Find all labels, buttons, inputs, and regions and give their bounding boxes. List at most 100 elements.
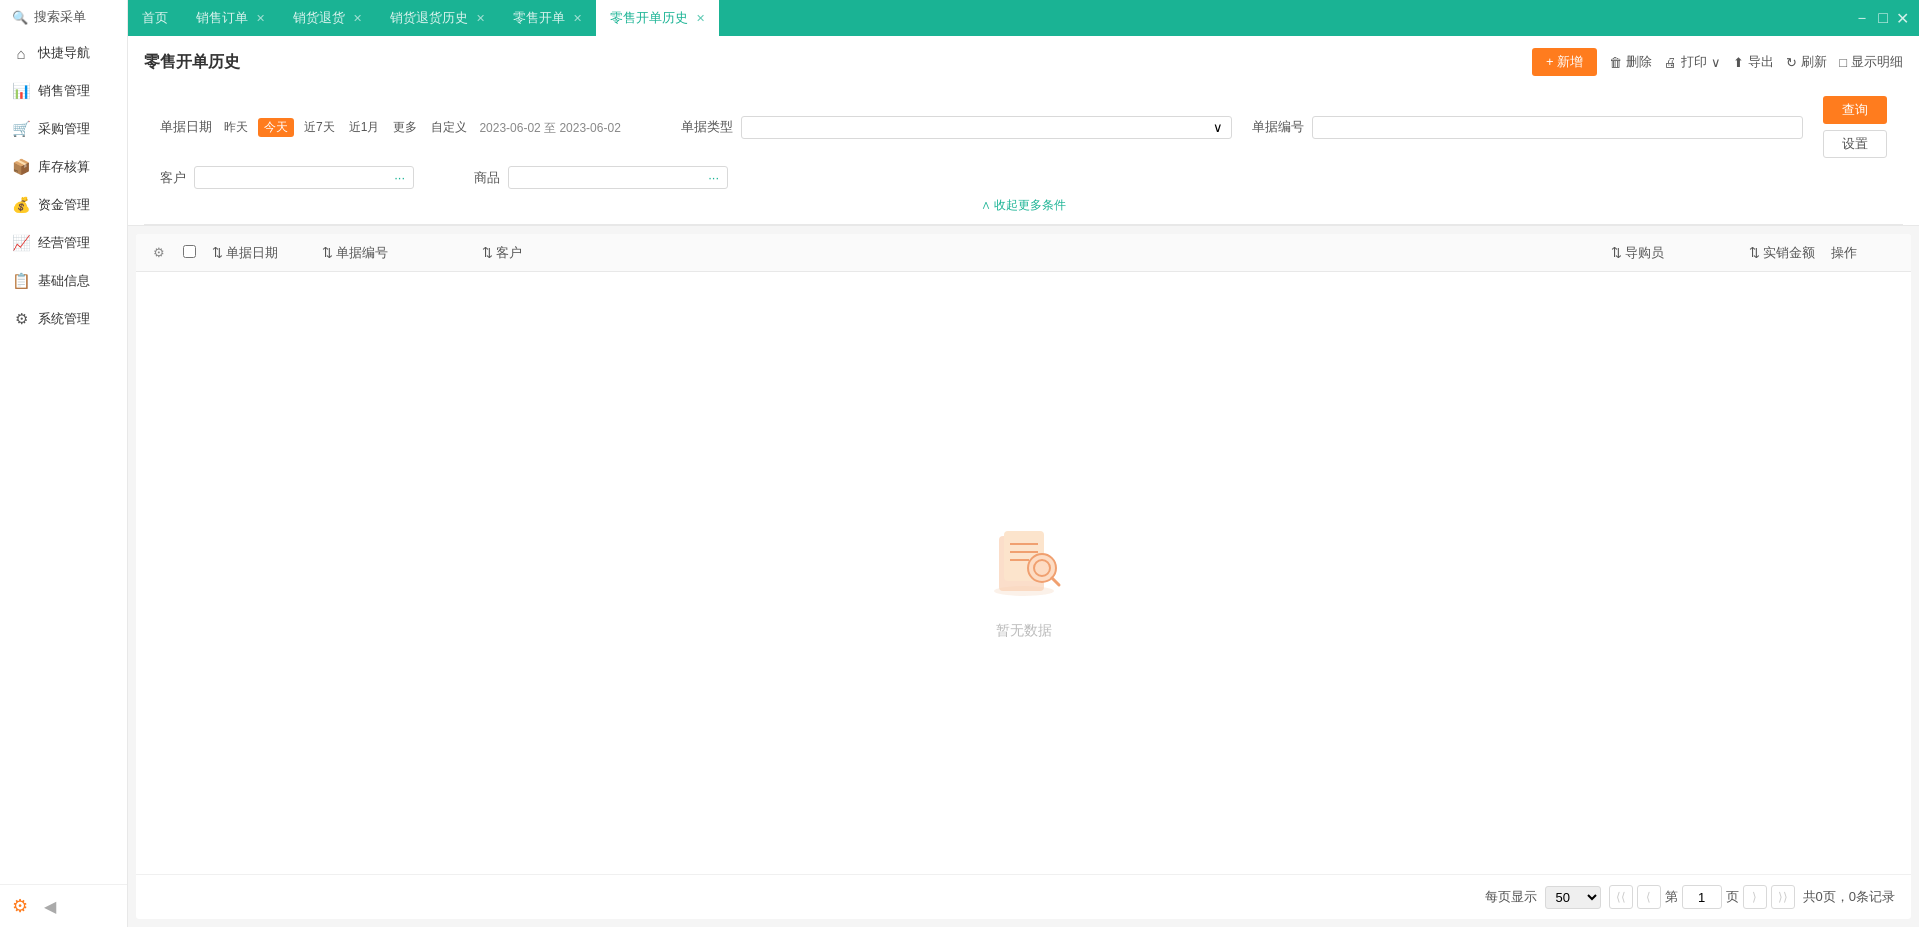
add-button[interactable]: + 新增 bbox=[1532, 48, 1597, 76]
per-page-label: 每页显示 bbox=[1485, 888, 1537, 906]
sidebar-item-label: 采购管理 bbox=[38, 120, 90, 138]
window-minimize-icon[interactable]: － bbox=[1854, 8, 1870, 29]
money-icon: 💰 bbox=[12, 196, 30, 214]
collapse-button[interactable]: ∧ 收起更多条件 bbox=[981, 197, 1066, 214]
table-header: ⚙ ⇅ 单据日期 ⇅ 单据编号 ⇅ 客户 ⇅ 导购员 bbox=[136, 234, 1911, 272]
sidebar-item-purchase-mgmt[interactable]: 🛒 采购管理 bbox=[0, 110, 127, 148]
tab-sales-return-history-close[interactable]: ✕ bbox=[476, 12, 485, 25]
th-number-label: 单据编号 bbox=[336, 244, 388, 262]
sidebar-search[interactable]: 🔍 搜索采单 bbox=[0, 0, 127, 34]
number-filter: 单据编号 bbox=[1252, 116, 1803, 139]
date-custom[interactable]: 自定义 bbox=[427, 118, 471, 137]
tab-bar: 首页 销售订单 ✕ 销货退货 ✕ 销货退货历史 ✕ 零售开单 ✕ 零售开单历史 … bbox=[128, 0, 1919, 36]
export-icon: ⬆ bbox=[1733, 55, 1744, 70]
setting-button[interactable]: 设置 bbox=[1823, 130, 1887, 158]
sidebar-item-sys-mgmt[interactable]: ⚙ 系统管理 bbox=[0, 300, 127, 338]
sidebar-item-basic-info[interactable]: 📋 基础信息 bbox=[0, 262, 127, 300]
table-settings-icon[interactable]: ⚙ bbox=[144, 245, 174, 260]
date-range-display: 2023-06-02 至 2023-06-02 bbox=[479, 120, 620, 137]
gear-icon: ⚙ bbox=[12, 310, 30, 328]
empty-state: 暂无数据 bbox=[136, 272, 1911, 874]
sidebar-item-label: 库存核算 bbox=[38, 158, 90, 176]
sidebar-item-business[interactable]: 📈 经营管理 bbox=[0, 224, 127, 262]
th-customer[interactable]: ⇅ 客户 bbox=[474, 244, 1603, 262]
type-filter-select[interactable]: ∨ bbox=[741, 116, 1232, 139]
date-options: 昨天 今天 近7天 近1月 更多 自定义 bbox=[220, 118, 471, 137]
sidebar-item-inventory[interactable]: 📦 库存核算 bbox=[0, 148, 127, 186]
display-detail-label: 显示明细 bbox=[1851, 53, 1903, 71]
page-label: 第 bbox=[1665, 888, 1678, 906]
first-page-btn[interactable]: ⟨⟨ bbox=[1609, 885, 1633, 909]
window-close-icon[interactable]: ✕ bbox=[1896, 9, 1909, 28]
page-number-input[interactable] bbox=[1682, 885, 1722, 909]
th-amount-sort-icon: ⇅ bbox=[1749, 245, 1760, 260]
sidebar-item-sales-mgmt[interactable]: 📊 销售管理 bbox=[0, 72, 127, 110]
th-number[interactable]: ⇅ 单据编号 bbox=[314, 244, 474, 262]
th-amount-label: 实销金额 bbox=[1763, 244, 1815, 262]
refresh-button[interactable]: ↻ 刷新 bbox=[1786, 53, 1827, 71]
sidebar-bottom: ⚙ ◀ bbox=[0, 884, 127, 927]
tab-retail-open-history-label: 零售开单历史 bbox=[610, 9, 688, 27]
total-info: 共0页，0条记录 bbox=[1803, 888, 1895, 906]
th-customer-sort-icon: ⇅ bbox=[482, 245, 493, 260]
sidebar-item-quick-nav[interactable]: ⌂ 快捷导航 bbox=[0, 34, 127, 72]
date-1month[interactable]: 近1月 bbox=[345, 118, 384, 137]
customer-filter-label: 客户 bbox=[160, 169, 186, 187]
customer-filter-select[interactable]: ··· bbox=[194, 166, 414, 189]
tab-sales-return[interactable]: 销货退货 ✕ bbox=[279, 0, 376, 36]
sidebar-item-label: 快捷导航 bbox=[38, 44, 90, 62]
settings-icon[interactable]: ⚙ bbox=[12, 895, 28, 917]
date-7days[interactable]: 近7天 bbox=[300, 118, 339, 137]
query-buttons: 查询 设置 bbox=[1823, 96, 1887, 158]
per-page-select[interactable]: 50 20 100 bbox=[1545, 886, 1601, 909]
print-icon: 🖨 bbox=[1664, 55, 1677, 70]
tab-retail-open-close[interactable]: ✕ bbox=[573, 12, 582, 25]
th-guide[interactable]: ⇅ 导购员 bbox=[1603, 244, 1703, 262]
sidebar-item-label: 资金管理 bbox=[38, 196, 90, 214]
content: 零售开单历史 + 新增 🗑 删除 🖨 打印 ∨ ⬆ 导出 bbox=[128, 36, 1919, 927]
print-dropdown-icon[interactable]: ∨ bbox=[1711, 55, 1721, 70]
svg-line-8 bbox=[1052, 578, 1059, 585]
number-filter-input[interactable] bbox=[1312, 116, 1803, 139]
tab-retail-open[interactable]: 零售开单 ✕ bbox=[499, 0, 596, 36]
last-page-btn[interactable]: ⟩⟩ bbox=[1771, 885, 1795, 909]
delete-icon: 🗑 bbox=[1609, 55, 1622, 70]
select-all-checkbox[interactable] bbox=[183, 245, 196, 258]
display-detail-button[interactable]: □ 显示明细 bbox=[1839, 53, 1903, 71]
query-button[interactable]: 查询 bbox=[1823, 96, 1887, 124]
date-today[interactable]: 今天 bbox=[258, 118, 294, 137]
tab-home[interactable]: 首页 bbox=[128, 0, 182, 36]
tab-sales-order-close[interactable]: ✕ bbox=[256, 12, 265, 25]
th-guide-label: 导购员 bbox=[1625, 244, 1664, 262]
tab-retail-open-history-close[interactable]: ✕ bbox=[696, 12, 705, 25]
tab-sales-order[interactable]: 销售订单 ✕ bbox=[182, 0, 279, 36]
th-date[interactable]: ⇅ 单据日期 bbox=[204, 244, 314, 262]
next-page-btn[interactable]: ⟩ bbox=[1743, 885, 1767, 909]
page-nav: ⟨⟨ ⟨ 第 页 ⟩ ⟩⟩ bbox=[1609, 885, 1795, 909]
export-button[interactable]: ⬆ 导出 bbox=[1733, 53, 1774, 71]
search-icon: 🔍 bbox=[12, 10, 28, 25]
number-filter-label: 单据编号 bbox=[1252, 118, 1304, 136]
tab-sales-return-history[interactable]: 销货退货历史 ✕ bbox=[376, 0, 499, 36]
delete-button[interactable]: 🗑 删除 bbox=[1609, 53, 1652, 71]
filter-area: 单据日期 昨天 今天 近7天 近1月 更多 自定义 2023-06-02 至 2… bbox=[144, 86, 1903, 225]
prev-page-btn[interactable]: ⟨ bbox=[1637, 885, 1661, 909]
sidebar-item-finance[interactable]: 💰 资金管理 bbox=[0, 186, 127, 224]
home-icon: ⌂ bbox=[12, 44, 30, 62]
th-amount[interactable]: ⇅ 实销金额 bbox=[1703, 244, 1823, 262]
date-yesterday[interactable]: 昨天 bbox=[220, 118, 252, 137]
goods-filter-select[interactable]: ··· bbox=[508, 166, 728, 189]
tab-sales-return-history-label: 销货退货历史 bbox=[390, 9, 468, 27]
type-filter-arrow: ∨ bbox=[1213, 120, 1223, 135]
sidebar: 🔍 搜索采单 ⌂ 快捷导航 📊 销售管理 🛒 采购管理 📦 库存核算 💰 资金管… bbox=[0, 0, 128, 927]
delete-label: 删除 bbox=[1626, 53, 1652, 71]
tab-sales-return-close[interactable]: ✕ bbox=[353, 12, 362, 25]
collapse-sidebar-icon[interactable]: ◀ bbox=[44, 897, 56, 916]
box-icon: 📦 bbox=[12, 158, 30, 176]
checkbox-icon: □ bbox=[1839, 55, 1847, 70]
tab-retail-open-history[interactable]: 零售开单历史 ✕ bbox=[596, 0, 719, 36]
print-button[interactable]: 🖨 打印 ∨ bbox=[1664, 53, 1721, 71]
date-more[interactable]: 更多 bbox=[389, 118, 421, 137]
window-maximize-icon[interactable]: □ bbox=[1878, 9, 1888, 27]
table-select-all[interactable] bbox=[174, 245, 204, 261]
